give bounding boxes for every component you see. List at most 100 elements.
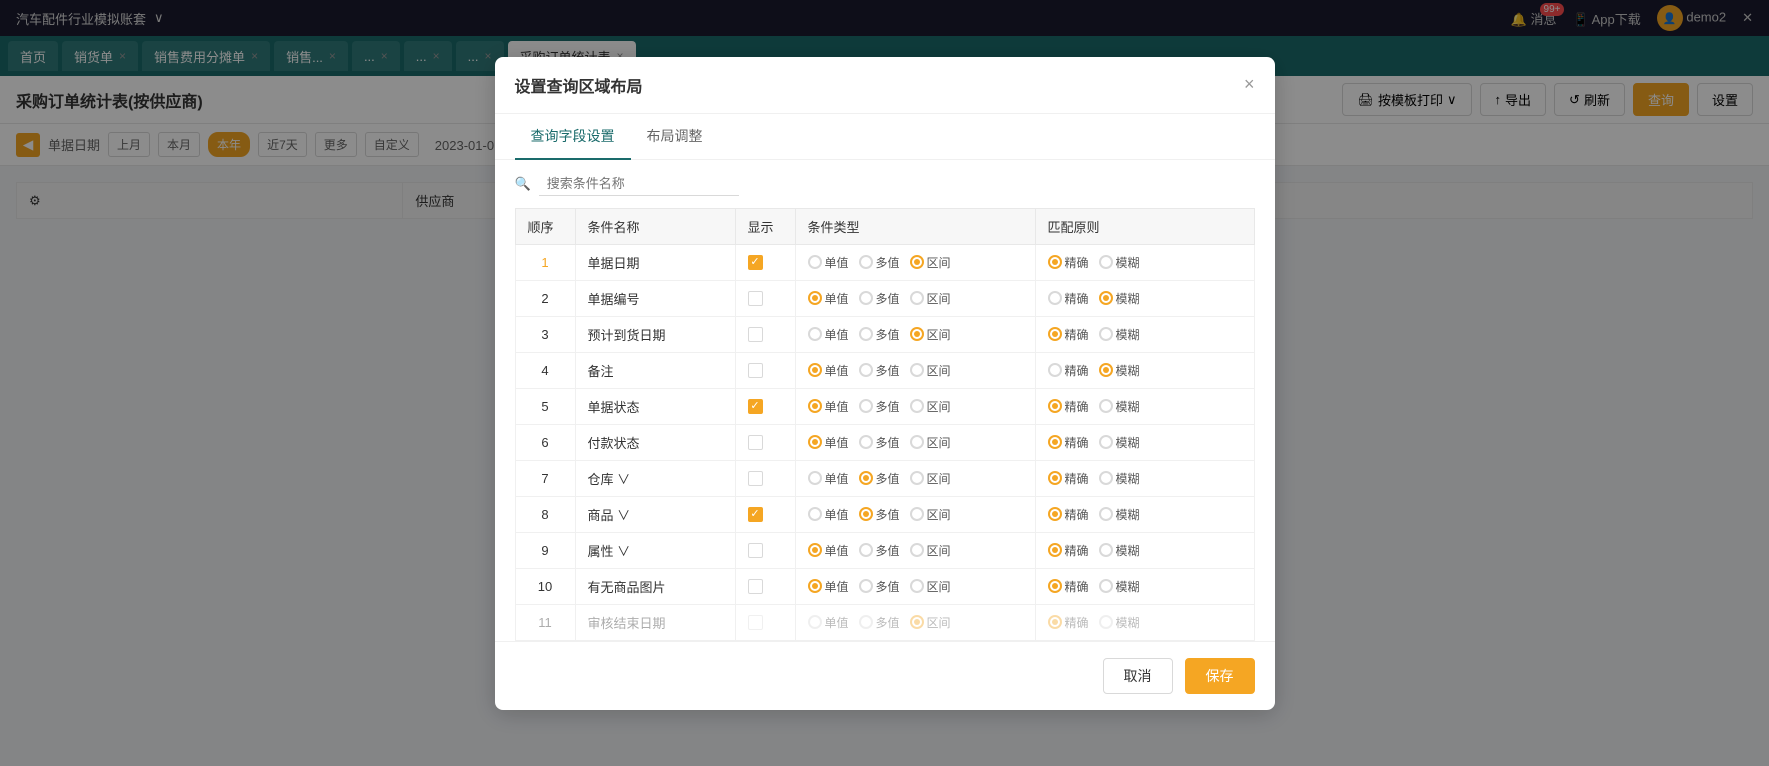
type-radio-多值[interactable]: 多值 (859, 398, 900, 415)
match-radio-精确[interactable]: 精确 (1048, 614, 1089, 631)
match-radio-模糊[interactable]: 模糊 (1099, 506, 1140, 523)
type-radio-多值[interactable]: 多值 (859, 326, 900, 343)
match-radio-模糊[interactable]: 模糊 (1099, 290, 1140, 307)
row-order: 11 (515, 604, 575, 640)
type-radio-单值[interactable]: 单值 (808, 470, 849, 487)
display-checkbox[interactable] (748, 291, 763, 306)
display-checkbox[interactable] (748, 543, 763, 558)
table-row: 7仓库 ∨单值多值区间精确模糊 (515, 460, 1254, 496)
search-icon: 🔍 (515, 176, 531, 192)
row-display (735, 280, 795, 316)
type-radio-单值[interactable]: 单值 (808, 434, 849, 451)
match-radio-模糊[interactable]: 模糊 (1099, 362, 1140, 379)
type-radio-多值[interactable]: 多值 (859, 470, 900, 487)
row-name: 商品 ∨ (575, 496, 735, 532)
match-radio-模糊[interactable]: 模糊 (1099, 578, 1140, 595)
display-checkbox[interactable] (748, 579, 763, 594)
tab-fields[interactable]: 查询字段设置 (515, 114, 631, 160)
type-radio-区间[interactable]: 区间 (910, 398, 951, 415)
match-radio-模糊[interactable]: 模糊 (1099, 542, 1140, 559)
row-type: 单值多值区间 (795, 568, 1035, 604)
type-radio-区间[interactable]: 区间 (910, 578, 951, 595)
row-display (735, 604, 795, 640)
display-checkbox[interactable] (748, 327, 763, 342)
display-checkbox[interactable] (748, 255, 763, 270)
row-display (735, 532, 795, 568)
type-radio-区间[interactable]: 区间 (910, 326, 951, 343)
row-order: 9 (515, 532, 575, 568)
save-button[interactable]: 保存 (1185, 658, 1255, 694)
display-checkbox[interactable] (748, 363, 763, 378)
type-radio-单值[interactable]: 单值 (808, 614, 849, 631)
match-radio-精确[interactable]: 精确 (1048, 362, 1089, 379)
row-order: 1 (515, 244, 575, 280)
type-radio-多值[interactable]: 多值 (859, 578, 900, 595)
match-radio-精确[interactable]: 精确 (1048, 470, 1089, 487)
type-radio-区间[interactable]: 区间 (910, 506, 951, 523)
match-radio-精确[interactable]: 精确 (1048, 326, 1089, 343)
dialog-footer: 取消 保存 (495, 641, 1275, 710)
type-radio-多值[interactable]: 多值 (859, 290, 900, 307)
type-radio-单值[interactable]: 单值 (808, 254, 849, 271)
display-checkbox[interactable] (748, 507, 763, 522)
row-order: 5 (515, 388, 575, 424)
search-bar: 🔍 (495, 160, 1275, 208)
display-checkbox[interactable] (748, 435, 763, 450)
match-radio-模糊[interactable]: 模糊 (1099, 398, 1140, 415)
dialog-header: 设置查询区域布局 × (495, 57, 1275, 114)
search-input[interactable] (539, 172, 739, 196)
tab-layout[interactable]: 布局调整 (631, 114, 719, 160)
row-match: 精确模糊 (1035, 532, 1254, 568)
type-radio-区间[interactable]: 区间 (910, 254, 951, 271)
display-checkbox[interactable] (748, 471, 763, 486)
type-radio-单值[interactable]: 单值 (808, 362, 849, 379)
col-type: 条件类型 (795, 208, 1035, 244)
match-radio-精确[interactable]: 精确 (1048, 398, 1089, 415)
type-radio-区间[interactable]: 区间 (910, 470, 951, 487)
match-radio-模糊[interactable]: 模糊 (1099, 614, 1140, 631)
type-radio-单值[interactable]: 单值 (808, 326, 849, 343)
match-radio-模糊[interactable]: 模糊 (1099, 326, 1140, 343)
cancel-button[interactable]: 取消 (1103, 658, 1173, 694)
match-radio-精确[interactable]: 精确 (1048, 542, 1089, 559)
match-radio-精确[interactable]: 精确 (1048, 506, 1089, 523)
row-order: 3 (515, 316, 575, 352)
type-radio-区间[interactable]: 区间 (910, 542, 951, 559)
type-radio-单值[interactable]: 单值 (808, 398, 849, 415)
match-radio-精确[interactable]: 精确 (1048, 578, 1089, 595)
type-radio-多值[interactable]: 多值 (859, 434, 900, 451)
row-match: 精确模糊 (1035, 604, 1254, 640)
row-match: 精确模糊 (1035, 388, 1254, 424)
row-type: 单值多值区间 (795, 460, 1035, 496)
type-radio-区间[interactable]: 区间 (910, 362, 951, 379)
match-radio-精确[interactable]: 精确 (1048, 434, 1089, 451)
row-type: 单值多值区间 (795, 388, 1035, 424)
row-order: 2 (515, 280, 575, 316)
match-radio-模糊[interactable]: 模糊 (1099, 254, 1140, 271)
type-radio-多值[interactable]: 多值 (859, 506, 900, 523)
row-match: 精确模糊 (1035, 496, 1254, 532)
type-radio-多值[interactable]: 多值 (859, 362, 900, 379)
match-radio-模糊[interactable]: 模糊 (1099, 470, 1140, 487)
row-type: 单值多值区间 (795, 424, 1035, 460)
row-type: 单值多值区间 (795, 532, 1035, 568)
type-radio-区间[interactable]: 区间 (910, 434, 951, 451)
dialog-close-button[interactable]: × (1244, 74, 1255, 95)
row-order: 10 (515, 568, 575, 604)
match-radio-精确[interactable]: 精确 (1048, 254, 1089, 271)
type-radio-区间[interactable]: 区间 (910, 614, 951, 631)
type-radio-区间[interactable]: 区间 (910, 290, 951, 307)
display-checkbox[interactable] (748, 615, 763, 630)
type-radio-多值[interactable]: 多值 (859, 542, 900, 559)
type-radio-多值[interactable]: 多值 (859, 614, 900, 631)
match-radio-模糊[interactable]: 模糊 (1099, 434, 1140, 451)
type-radio-单值[interactable]: 单值 (808, 578, 849, 595)
type-radio-多值[interactable]: 多值 (859, 254, 900, 271)
type-radio-单值[interactable]: 单值 (808, 290, 849, 307)
match-radio-精确[interactable]: 精确 (1048, 290, 1089, 307)
type-radio-单值[interactable]: 单值 (808, 542, 849, 559)
display-checkbox[interactable] (748, 399, 763, 414)
type-radio-单值[interactable]: 单值 (808, 506, 849, 523)
row-order: 7 (515, 460, 575, 496)
row-display (735, 424, 795, 460)
